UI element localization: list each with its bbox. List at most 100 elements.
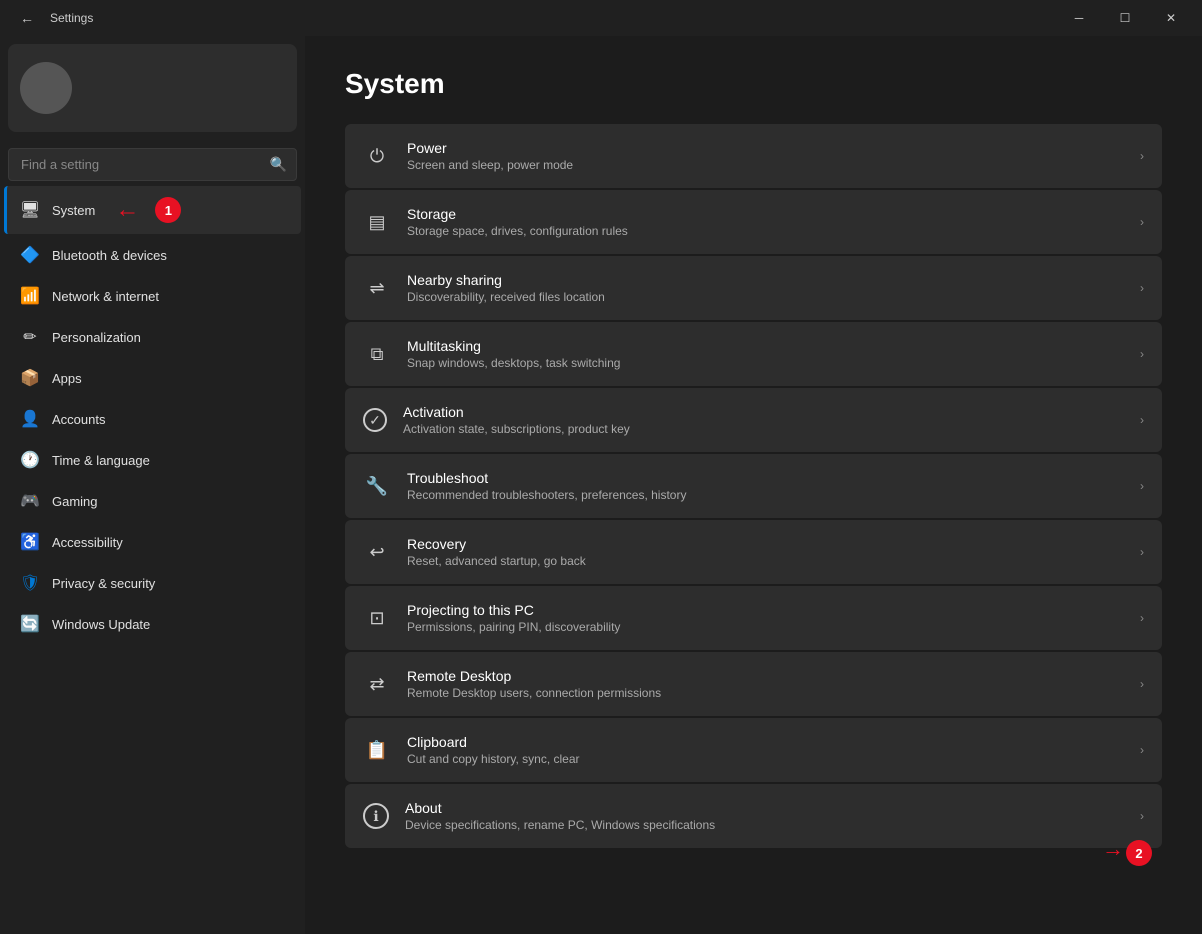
- sidebar-item-label-system: System: [52, 203, 95, 218]
- settings-item-desc-about: Device specifications, rename PC, Window…: [405, 818, 1124, 832]
- settings-item-text-storage: Storage Storage space, drives, configura…: [407, 206, 1124, 238]
- settings-item-title-storage: Storage: [407, 206, 1124, 222]
- titlebar-title: Settings: [50, 11, 93, 25]
- back-button[interactable]: ←: [12, 6, 42, 30]
- settings-item-text-activation: Activation Activation state, subscriptio…: [403, 404, 1124, 436]
- settings-item-desc-storage: Storage space, drives, configuration rul…: [407, 224, 1124, 238]
- sidebar-item-bluetooth[interactable]: 🔷 Bluetooth & devices: [4, 235, 301, 275]
- settings-item-desc-remote-desktop: Remote Desktop users, connection permiss…: [407, 686, 1124, 700]
- titlebar-left: ← Settings: [12, 6, 93, 30]
- sidebar-item-gaming[interactable]: 🎮 Gaming: [4, 481, 301, 521]
- sidebar-item-label-personalization: Personalization: [52, 330, 141, 345]
- windows-update-icon: 🔄: [20, 614, 40, 634]
- sidebar-item-windows-update[interactable]: 🔄 Windows Update: [4, 604, 301, 644]
- settings-item-activation[interactable]: ✓ Activation Activation state, subscript…: [345, 388, 1162, 452]
- accessibility-icon: ♿: [20, 532, 40, 552]
- search-input[interactable]: [8, 148, 297, 181]
- network-icon: 📶: [20, 286, 40, 306]
- storage-icon: ▤: [363, 208, 391, 236]
- sidebar-item-label-accounts: Accounts: [52, 412, 105, 427]
- sidebar-item-network[interactable]: 📶 Network & internet: [4, 276, 301, 316]
- sidebar-item-label-gaming: Gaming: [52, 494, 98, 509]
- time-icon: 🕐: [20, 450, 40, 470]
- settings-item-remote-desktop[interactable]: ⇄ Remote Desktop Remote Desktop users, c…: [345, 652, 1162, 716]
- settings-item-text-power: Power Screen and sleep, power mode: [407, 140, 1124, 172]
- chevron-recovery: ›: [1140, 545, 1144, 559]
- sidebar-nav: 🖥 System ← 1 🔷 Bluetooth & devices 📶 Net…: [0, 185, 305, 645]
- settings-item-title-clipboard: Clipboard: [407, 734, 1124, 750]
- settings-item-desc-power: Screen and sleep, power mode: [407, 158, 1124, 172]
- sidebar-item-label-apps: Apps: [52, 371, 82, 386]
- sidebar-item-apps[interactable]: 📦 Apps: [4, 358, 301, 398]
- settings-item-desc-projecting: Permissions, pairing PIN, discoverabilit…: [407, 620, 1124, 634]
- nearby-sharing-icon: ⇌: [363, 274, 391, 302]
- settings-item-title-activation: Activation: [403, 404, 1124, 420]
- sidebar-item-label-time: Time & language: [52, 453, 150, 468]
- settings-item-title-remote-desktop: Remote Desktop: [407, 668, 1124, 684]
- chevron-power: ›: [1140, 149, 1144, 163]
- user-profile[interactable]: [8, 44, 297, 132]
- multitasking-icon: ⧉: [363, 340, 391, 368]
- chevron-storage: ›: [1140, 215, 1144, 229]
- settings-item-text-recovery: Recovery Reset, advanced startup, go bac…: [407, 536, 1124, 568]
- settings-item-title-about: About: [405, 800, 1124, 816]
- about-icon: ℹ: [363, 803, 389, 829]
- troubleshoot-icon: 🔧: [363, 472, 391, 500]
- sidebar-item-time[interactable]: 🕐 Time & language: [4, 440, 301, 480]
- minimize-button[interactable]: ─: [1056, 0, 1102, 36]
- settings-item-desc-nearby-sharing: Discoverability, received files location: [407, 290, 1124, 304]
- settings-item-projecting[interactable]: ⊡ Projecting to this PC Permissions, pai…: [345, 586, 1162, 650]
- settings-item-troubleshoot[interactable]: 🔧 Troubleshoot Recommended troubleshoote…: [345, 454, 1162, 518]
- settings-list: ⏻ Power Screen and sleep, power mode › ▤…: [345, 124, 1162, 848]
- apps-icon: 📦: [20, 368, 40, 388]
- chevron-remote-desktop: ›: [1140, 677, 1144, 691]
- sidebar-item-privacy[interactable]: 🛡 Privacy & security: [4, 563, 301, 603]
- settings-item-storage[interactable]: ▤ Storage Storage space, drives, configu…: [345, 190, 1162, 254]
- titlebar-controls: ─ ☐ ✕: [1056, 0, 1194, 36]
- settings-item-text-troubleshoot: Troubleshoot Recommended troubleshooters…: [407, 470, 1124, 502]
- settings-item-text-projecting: Projecting to this PC Permissions, pairi…: [407, 602, 1124, 634]
- app-body: 🔍 🖥 System ← 1 🔷 Bluetooth & devices 📶 N…: [0, 36, 1202, 934]
- privacy-icon: 🛡: [20, 573, 40, 593]
- projecting-icon: ⊡: [363, 604, 391, 632]
- avatar: [20, 62, 72, 114]
- settings-item-text-remote-desktop: Remote Desktop Remote Desktop users, con…: [407, 668, 1124, 700]
- settings-item-nearby-sharing[interactable]: ⇌ Nearby sharing Discoverability, receiv…: [345, 256, 1162, 320]
- settings-item-about[interactable]: ℹ About Device specifications, rename PC…: [345, 784, 1162, 848]
- activation-icon: ✓: [363, 408, 387, 432]
- sidebar-item-label-network: Network & internet: [52, 289, 159, 304]
- settings-item-text-about: About Device specifications, rename PC, …: [405, 800, 1124, 832]
- badge-1: 1: [155, 197, 181, 223]
- sidebar-item-label-accessibility: Accessibility: [52, 535, 123, 550]
- search-icon: 🔍: [270, 156, 287, 173]
- sidebar-item-personalization[interactable]: ✏ Personalization: [4, 317, 301, 357]
- settings-item-multitasking[interactable]: ⧉ Multitasking Snap windows, desktops, t…: [345, 322, 1162, 386]
- settings-item-recovery[interactable]: ↩ Recovery Reset, advanced startup, go b…: [345, 520, 1162, 584]
- settings-item-text-nearby-sharing: Nearby sharing Discoverability, received…: [407, 272, 1124, 304]
- personalization-icon: ✏: [20, 327, 40, 347]
- settings-item-desc-multitasking: Snap windows, desktops, task switching: [407, 356, 1124, 370]
- page-title: System: [345, 68, 1162, 100]
- close-button[interactable]: ✕: [1148, 0, 1194, 36]
- badge-2: 2: [1126, 840, 1152, 866]
- sidebar: 🔍 🖥 System ← 1 🔷 Bluetooth & devices 📶 N…: [0, 36, 305, 934]
- maximize-button[interactable]: ☐: [1102, 0, 1148, 36]
- chevron-activation: ›: [1140, 413, 1144, 427]
- sidebar-item-system[interactable]: 🖥 System ← 1: [4, 186, 301, 234]
- chevron-clipboard: ›: [1140, 743, 1144, 757]
- settings-item-power[interactable]: ⏻ Power Screen and sleep, power mode ›: [345, 124, 1162, 188]
- settings-item-clipboard[interactable]: 📋 Clipboard Cut and copy history, sync, …: [345, 718, 1162, 782]
- settings-item-desc-clipboard: Cut and copy history, sync, clear: [407, 752, 1124, 766]
- chevron-troubleshoot: ›: [1140, 479, 1144, 493]
- accounts-icon: 👤: [20, 409, 40, 429]
- settings-item-desc-troubleshoot: Recommended troubleshooters, preferences…: [407, 488, 1124, 502]
- sidebar-item-accounts[interactable]: 👤 Accounts: [4, 399, 301, 439]
- system-icon: 🖥: [20, 200, 40, 220]
- power-icon: ⏻: [363, 142, 391, 170]
- settings-item-text-clipboard: Clipboard Cut and copy history, sync, cl…: [407, 734, 1124, 766]
- sidebar-item-label-windows-update: Windows Update: [52, 617, 150, 632]
- sidebar-item-accessibility[interactable]: ♿ Accessibility: [4, 522, 301, 562]
- chevron-about: ›: [1140, 809, 1144, 823]
- chevron-multitasking: ›: [1140, 347, 1144, 361]
- settings-item-title-recovery: Recovery: [407, 536, 1124, 552]
